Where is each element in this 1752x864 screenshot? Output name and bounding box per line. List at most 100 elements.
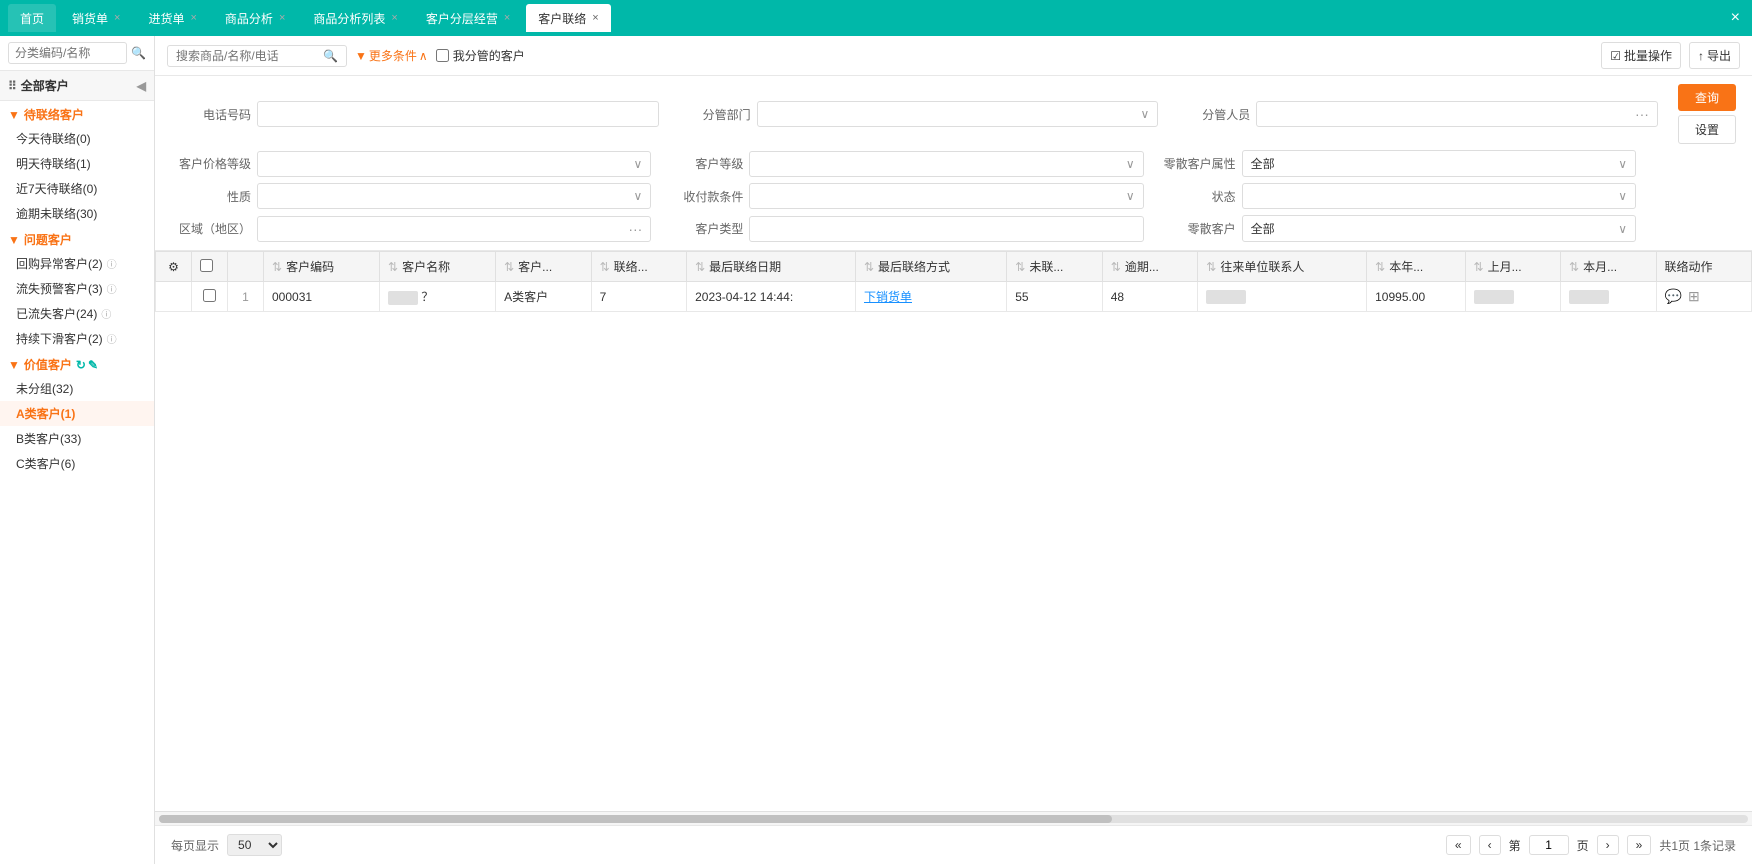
sidebar-group-problem[interactable]: ▼ 问题客户 [0,226,154,251]
col-this-month[interactable]: ⇅ 本月... [1561,252,1657,282]
filter-input-price-level[interactable]: ∨ [257,151,651,177]
value-edit-icon[interactable]: ✎ [88,358,98,372]
filter-input-customer-type[interactable] [749,216,1143,242]
per-page-select[interactable]: 50 100 200 [227,834,282,856]
next-page-button[interactable]: › [1597,835,1619,855]
batch-operation-button[interactable]: ☑ 批量操作 [1601,42,1681,69]
sidebar-item-c-class[interactable]: C类客户(6) [0,451,154,476]
scrollbar-thumb[interactable] [159,815,1112,823]
repurchase-abnormal-label: 回购异常客户(2) [16,255,103,272]
last-page-button[interactable]: » [1627,835,1652,855]
filter-input-nature[interactable]: ∨ [257,183,651,209]
sidebar-item-unclassified[interactable]: 未分组(32) [0,376,154,401]
tab-customer-layer-close[interactable]: × [504,12,510,24]
col-this-year[interactable]: ⇅ 本年... [1367,252,1465,282]
tab-product-analysis-list[interactable]: 商品分析列表 × [301,4,409,32]
page-number-input[interactable] [1529,835,1569,855]
tab-purchase[interactable]: 进货单 × [136,4,208,32]
cell-checkbox[interactable] [192,282,228,312]
tab-sales[interactable]: 销货单 × [60,4,132,32]
col-customer-type-label: 客户... [518,258,552,275]
export-icon: ↑ [1698,49,1704,63]
action-comment-icon[interactable]: 💬 [1665,288,1682,305]
filter-input-scattered[interactable]: 全部 ∨ [1242,215,1636,242]
price-level-dropdown-icon: ∨ [634,157,643,171]
sidebar-search-icon[interactable]: 🔍 [131,46,146,60]
tab-customer-contact-close[interactable]: × [592,12,598,24]
query-button[interactable]: 查询 [1678,84,1736,111]
status-dropdown-icon: ∨ [1618,189,1627,203]
col-last-contact-date-label: 最后联络日期 [709,258,781,275]
sidebar-item-repurchase-abnormal[interactable]: 回购异常客户(2) ⓘ [0,251,154,276]
action-qr-icon[interactable]: ⊞ [1688,288,1700,305]
col-last-contact-method-label: 最后联络方式 [878,258,950,275]
gear-settings-icon[interactable]: ⚙ [168,260,179,274]
prev-page-button[interactable]: ‹ [1479,835,1501,855]
tab-customer-layer[interactable]: 客户分层经营 × [414,4,522,32]
last-month-placeholder [1474,290,1514,304]
filter-input-dept[interactable]: ∨ [757,101,1159,127]
sidebar-group-pending[interactable]: ▼ 待联络客户 [0,101,154,126]
col-unit-contact[interactable]: ⇅ 往来单位联系人 [1198,252,1367,282]
window-close-button[interactable]: × [1727,5,1744,31]
tab-product-analysis-list-close[interactable]: × [391,12,397,24]
tab-purchase-close[interactable]: × [190,12,196,24]
filter-input-scattered-attr[interactable]: 全部 ∨ [1242,150,1636,177]
sidebar-group-value[interactable]: ▼ 价值客户 ↻ ✎ [0,351,154,376]
sidebar-collapse-button[interactable]: ◀ [137,79,146,93]
sidebar-item-tomorrow-pending[interactable]: 明天待联络(1) [0,151,154,176]
sidebar-item-declining[interactable]: 持续下滑客户(2) ⓘ [0,326,154,351]
filter-input-status[interactable]: ∨ [1242,183,1636,209]
col-overdue[interactable]: ⇅ 逾期... [1102,252,1198,282]
row-checkbox[interactable] [203,289,216,302]
col-customer-name[interactable]: ⇅ 客户名称 [380,252,496,282]
filter-label-payment-terms: 收付款条件 [663,188,743,205]
filter-search-icon[interactable]: 🔍 [323,49,338,63]
col-customer-type[interactable]: ⇅ 客户... [496,252,592,282]
cell-last-contact-method[interactable]: 下销货单 [855,282,1006,312]
filter-input-phone[interactable] [257,101,659,127]
sidebar-item-week-pending[interactable]: 近7天待联络(0) [0,176,154,201]
problem-arrow-icon: ▼ [8,233,20,247]
sidebar-item-a-class[interactable]: A类客户(1) [0,401,154,426]
value-refresh-icon[interactable]: ↻ [76,358,86,372]
filter-more-button[interactable]: ▼ 更多条件 ∧ [355,47,428,64]
col-contact[interactable]: ⇅ 联络... [591,252,687,282]
sidebar-item-churn-warning[interactable]: 流失预警客户(3) ⓘ [0,276,154,301]
filter-input-region[interactable]: ··· [257,216,651,242]
col-gear[interactable]: ⚙ [156,252,192,282]
col-last-contact-date[interactable]: ⇅ 最后联络日期 [687,252,856,282]
setting-button[interactable]: 设置 [1678,115,1736,144]
tab-product-analysis[interactable]: 商品分析 × [213,4,297,32]
region-more-icon: ··· [628,221,642,237]
last-contact-method-link[interactable]: 下销货单 [864,290,912,304]
sidebar-item-overdue-pending[interactable]: 逾期未联络(30) [0,201,154,226]
filter-search-input[interactable] [176,49,319,63]
filter-input-customer-level[interactable]: ∨ [749,151,1143,177]
export-label: 导出 [1707,47,1731,64]
filter-input-payment-terms[interactable]: ∨ [749,183,1143,209]
sidebar-item-b-class[interactable]: B类客户(33) [0,426,154,451]
sidebar-item-today-pending[interactable]: 今天待联络(0) [0,126,154,151]
col-last-month[interactable]: ⇅ 上月... [1465,252,1561,282]
first-page-button[interactable]: « [1446,835,1471,855]
horizontal-scrollbar[interactable] [155,811,1752,825]
col-last-contact-method[interactable]: ⇅ 最后联络方式 [855,252,1006,282]
sidebar-search-input[interactable] [8,42,127,64]
select-all-checkbox[interactable] [200,259,213,272]
col-customer-code[interactable]: ⇅ 客户编码 [264,252,380,282]
filter-my-checkbox[interactable] [436,49,449,62]
export-button[interactable]: ↑ 导出 [1689,42,1740,69]
tab-customer-contact[interactable]: 客户联络 × [526,4,610,32]
col-no-contact[interactable]: ⇅ 未联... [1007,252,1103,282]
col-this-year-sort-icon: ⇅ [1375,260,1385,274]
tab-product-analysis-close[interactable]: × [279,12,285,24]
scrollbar-track [159,815,1748,823]
sidebar-item-churned[interactable]: 已流失客户(24) ⓘ [0,301,154,326]
tab-sales-close[interactable]: × [114,12,120,24]
filter-input-manager[interactable]: ··· [1256,101,1658,127]
tab-home[interactable]: 首页 [8,4,56,32]
sidebar-all-customers[interactable]: ⠿ 全部客户 ◀ [0,71,154,101]
filter-my-customer[interactable]: 我分管的客户 [436,47,525,64]
col-checkbox[interactable] [192,252,228,282]
